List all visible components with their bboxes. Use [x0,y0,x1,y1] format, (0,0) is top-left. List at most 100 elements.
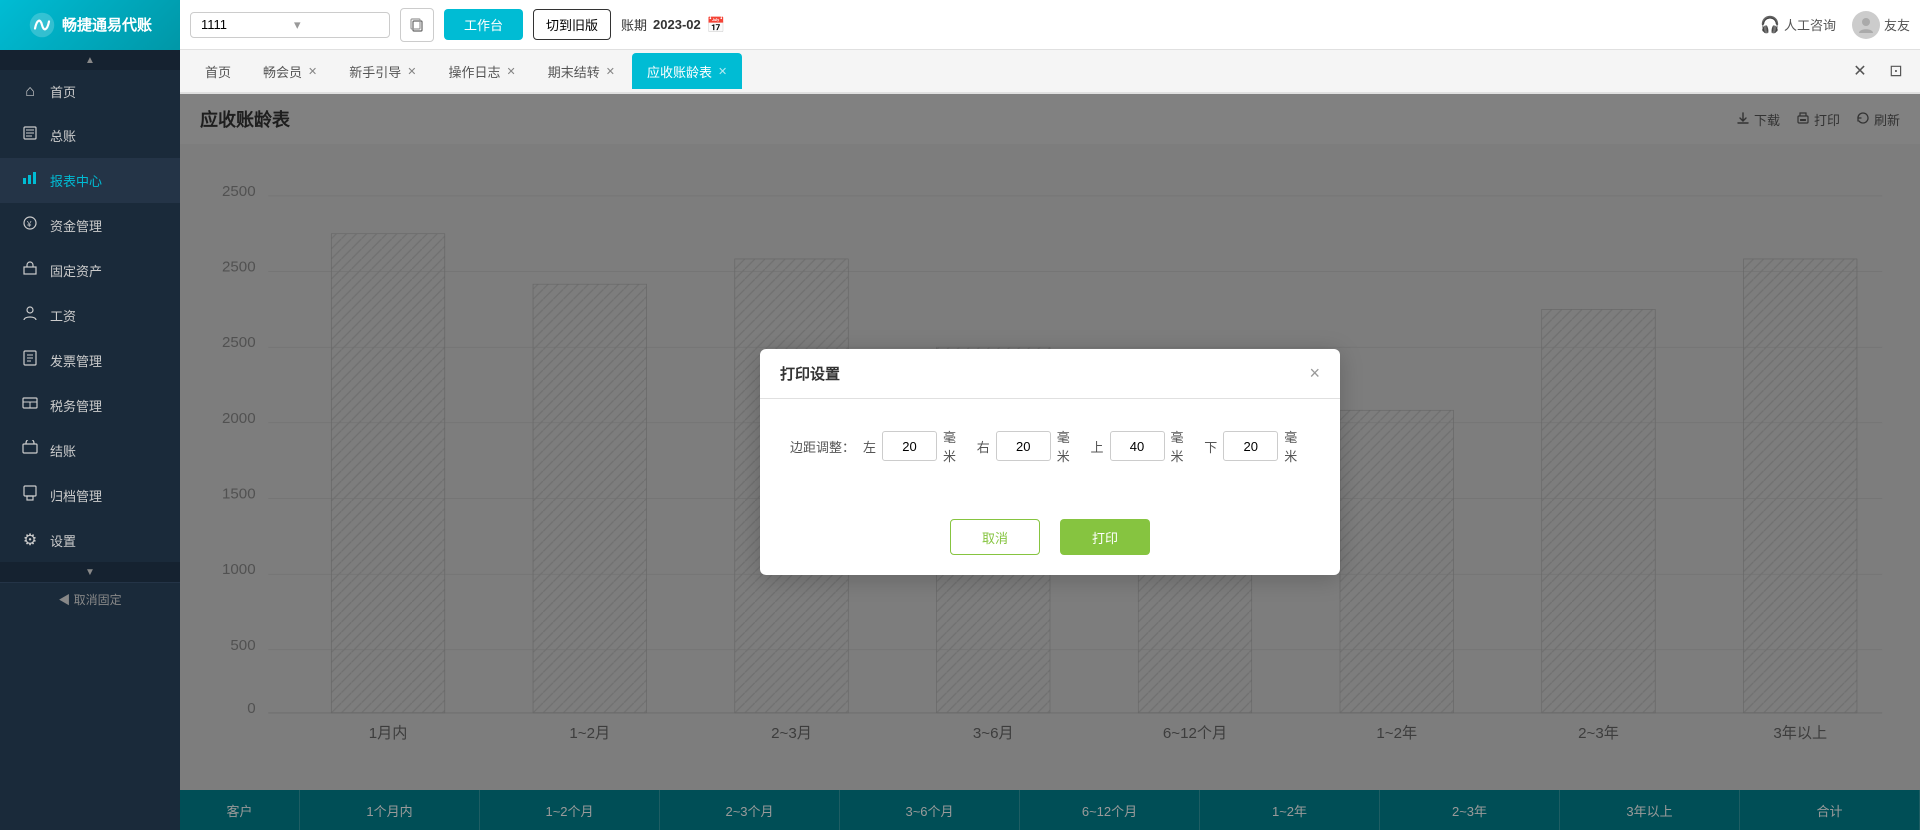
consult-button[interactable]: 🎧 人工咨询 [1760,15,1836,35]
tab-label: 操作日志 [448,62,500,81]
unit-label: 毫米 [943,427,969,465]
main-layout: ▲ ⌂ 首页 总账 报表中心 ¥ 资金管理 固定资产 [0,50,1920,830]
tab-label: 应收账龄表 [647,62,712,81]
sidebar-scroll-up[interactable]: ▲ [0,50,180,70]
period-label: 账期 [621,15,647,34]
left-margin-group: 左 毫米 [863,427,969,465]
left-label: 左 [863,437,876,456]
unit-label: 毫米 [1171,427,1197,465]
sidebar-scroll-down[interactable]: ▼ [0,562,180,582]
home-icon: ⌂ [20,83,40,101]
app-name: 畅捷通易代账 [62,14,152,35]
tab-bar-actions: ✕ ⊡ [1846,57,1910,85]
bottom-margin-input[interactable] [1223,431,1278,461]
right-margin-group: 右 毫米 [977,427,1083,465]
tab-close-window-button[interactable]: ✕ [1846,57,1874,85]
sidebar-item-assets[interactable]: 固定资产 [0,248,180,293]
tab-label: 新手引导 [349,62,401,81]
calendar-icon[interactable]: 📅 [707,16,726,34]
unit-label: 毫米 [1284,427,1310,465]
sidebar-item-home[interactable]: ⌂ 首页 [0,70,180,113]
sidebar-item-funds[interactable]: ¥ 资金管理 [0,203,180,248]
sidebar-item-label: 发票管理 [50,351,102,370]
modal-header: 打印设置 × [760,349,1340,399]
sidebar-item-checkout[interactable]: 结账 [0,428,180,473]
top-header: 畅捷通易代账 1111 ▾ 工作台 切到旧版 账期 2023-02 📅 🎧 人工… [0,0,1920,50]
invoice-icon [20,350,40,371]
period-area: 账期 2023-02 📅 [621,15,725,34]
tab-maximize-button[interactable]: ⊡ [1882,57,1910,85]
tab-close-icon[interactable]: ✕ [507,65,516,78]
sidebar-item-ledger[interactable]: 总账 [0,113,180,158]
period-value: 2023-02 [653,17,701,32]
tab-oplog[interactable]: 操作日志 ✕ [433,53,530,89]
archive-icon [20,485,40,506]
modal-footer: 取消 打印 [760,519,1340,575]
sidebar-collapse-button[interactable]: ◀ 取消固定 [0,582,180,616]
tab-close-icon[interactable]: ✕ [308,65,317,78]
copy-button[interactable] [400,8,434,42]
sidebar-item-reports[interactable]: 报表中心 [0,158,180,203]
cancel-button[interactable]: 取消 [950,519,1040,555]
avatar [1852,11,1880,39]
svg-text:¥: ¥ [26,220,32,229]
tab-guide[interactable]: 新手引导 ✕ [334,53,431,89]
modal-title: 打印设置 [780,363,1309,384]
margin-form-row: 边距调整： 左 毫米 右 毫米 [790,427,1310,465]
right-label: 右 [977,437,990,456]
modal-close-button[interactable]: × [1309,363,1320,384]
top-margin-input[interactable] [1110,431,1165,461]
user-label: 友友 [1884,15,1910,34]
sidebar-item-label: 资金管理 [50,216,102,235]
print-confirm-button[interactable]: 打印 [1060,519,1150,555]
modal-overlay: 打印设置 × 边距调整： 左 毫米 右 [180,94,1920,830]
checkout-icon [20,440,40,461]
workbench-button[interactable]: 工作台 [444,9,523,40]
right-margin-input[interactable] [996,431,1051,461]
bottom-label: 下 [1204,437,1217,456]
content-area: 首页 畅会员 ✕ 新手引导 ✕ 操作日志 ✕ 期末结转 ✕ 应收账龄表 ✕ [180,50,1920,830]
sidebar-item-label: 首页 [50,82,76,101]
tab-period-end[interactable]: 期末结转 ✕ [533,53,630,89]
payroll-icon [20,305,40,326]
sidebar-item-label: 结账 [50,441,76,460]
sidebar-item-tax[interactable]: 税务管理 [0,383,180,428]
sidebar-item-label: 报表中心 [50,171,102,190]
reports-icon [20,170,40,191]
top-margin-group: 上 毫米 [1091,427,1197,465]
sidebar-item-label: 固定资产 [50,261,102,280]
assets-icon [20,260,40,281]
tax-icon [20,395,40,416]
sidebar-item-settings[interactable]: ⚙ 设置 [0,518,180,562]
header-right: 🎧 人工咨询 友友 [1760,11,1910,39]
headset-icon: 🎧 [1760,15,1780,35]
sidebar-item-payroll[interactable]: 工资 [0,293,180,338]
left-margin-input[interactable] [882,431,937,461]
sidebar-item-invoice[interactable]: 发票管理 [0,338,180,383]
chevron-down-icon: ▾ [294,17,379,33]
sidebar-item-label: 归档管理 [50,486,102,505]
tab-home[interactable]: 首页 [190,53,246,89]
sidebar-item-archive[interactable]: 归档管理 [0,473,180,518]
unit-label: 毫米 [1057,427,1083,465]
company-selector[interactable]: 1111 ▾ [190,12,390,38]
sidebar-item-label: 设置 [50,531,76,550]
form-label: 边距调整： [790,437,855,456]
ledger-icon [20,125,40,146]
tab-label: 畅会员 [263,62,302,81]
switch-version-button[interactable]: 切到旧版 [533,9,611,40]
company-name: 1111 [201,17,286,32]
tab-close-icon[interactable]: ✕ [718,65,727,78]
tab-close-icon[interactable]: ✕ [606,65,615,78]
user-button[interactable]: 友友 [1852,11,1910,39]
tab-member[interactable]: 畅会员 ✕ [248,53,332,89]
tab-aging[interactable]: 应收账龄表 ✕ [632,53,742,89]
modal-body: 边距调整： 左 毫米 右 毫米 [760,399,1340,519]
tab-bar: 首页 畅会员 ✕ 新手引导 ✕ 操作日志 ✕ 期末结转 ✕ 应收账龄表 ✕ [180,50,1920,94]
sidebar-item-label: 税务管理 [50,396,102,415]
page-content: 应收账龄表 下载 打印 [180,94,1920,830]
tab-close-icon[interactable]: ✕ [407,65,416,78]
sidebar-item-label: 工资 [50,306,76,325]
tab-label: 首页 [205,62,231,81]
print-settings-modal: 打印设置 × 边距调整： 左 毫米 右 [760,349,1340,575]
